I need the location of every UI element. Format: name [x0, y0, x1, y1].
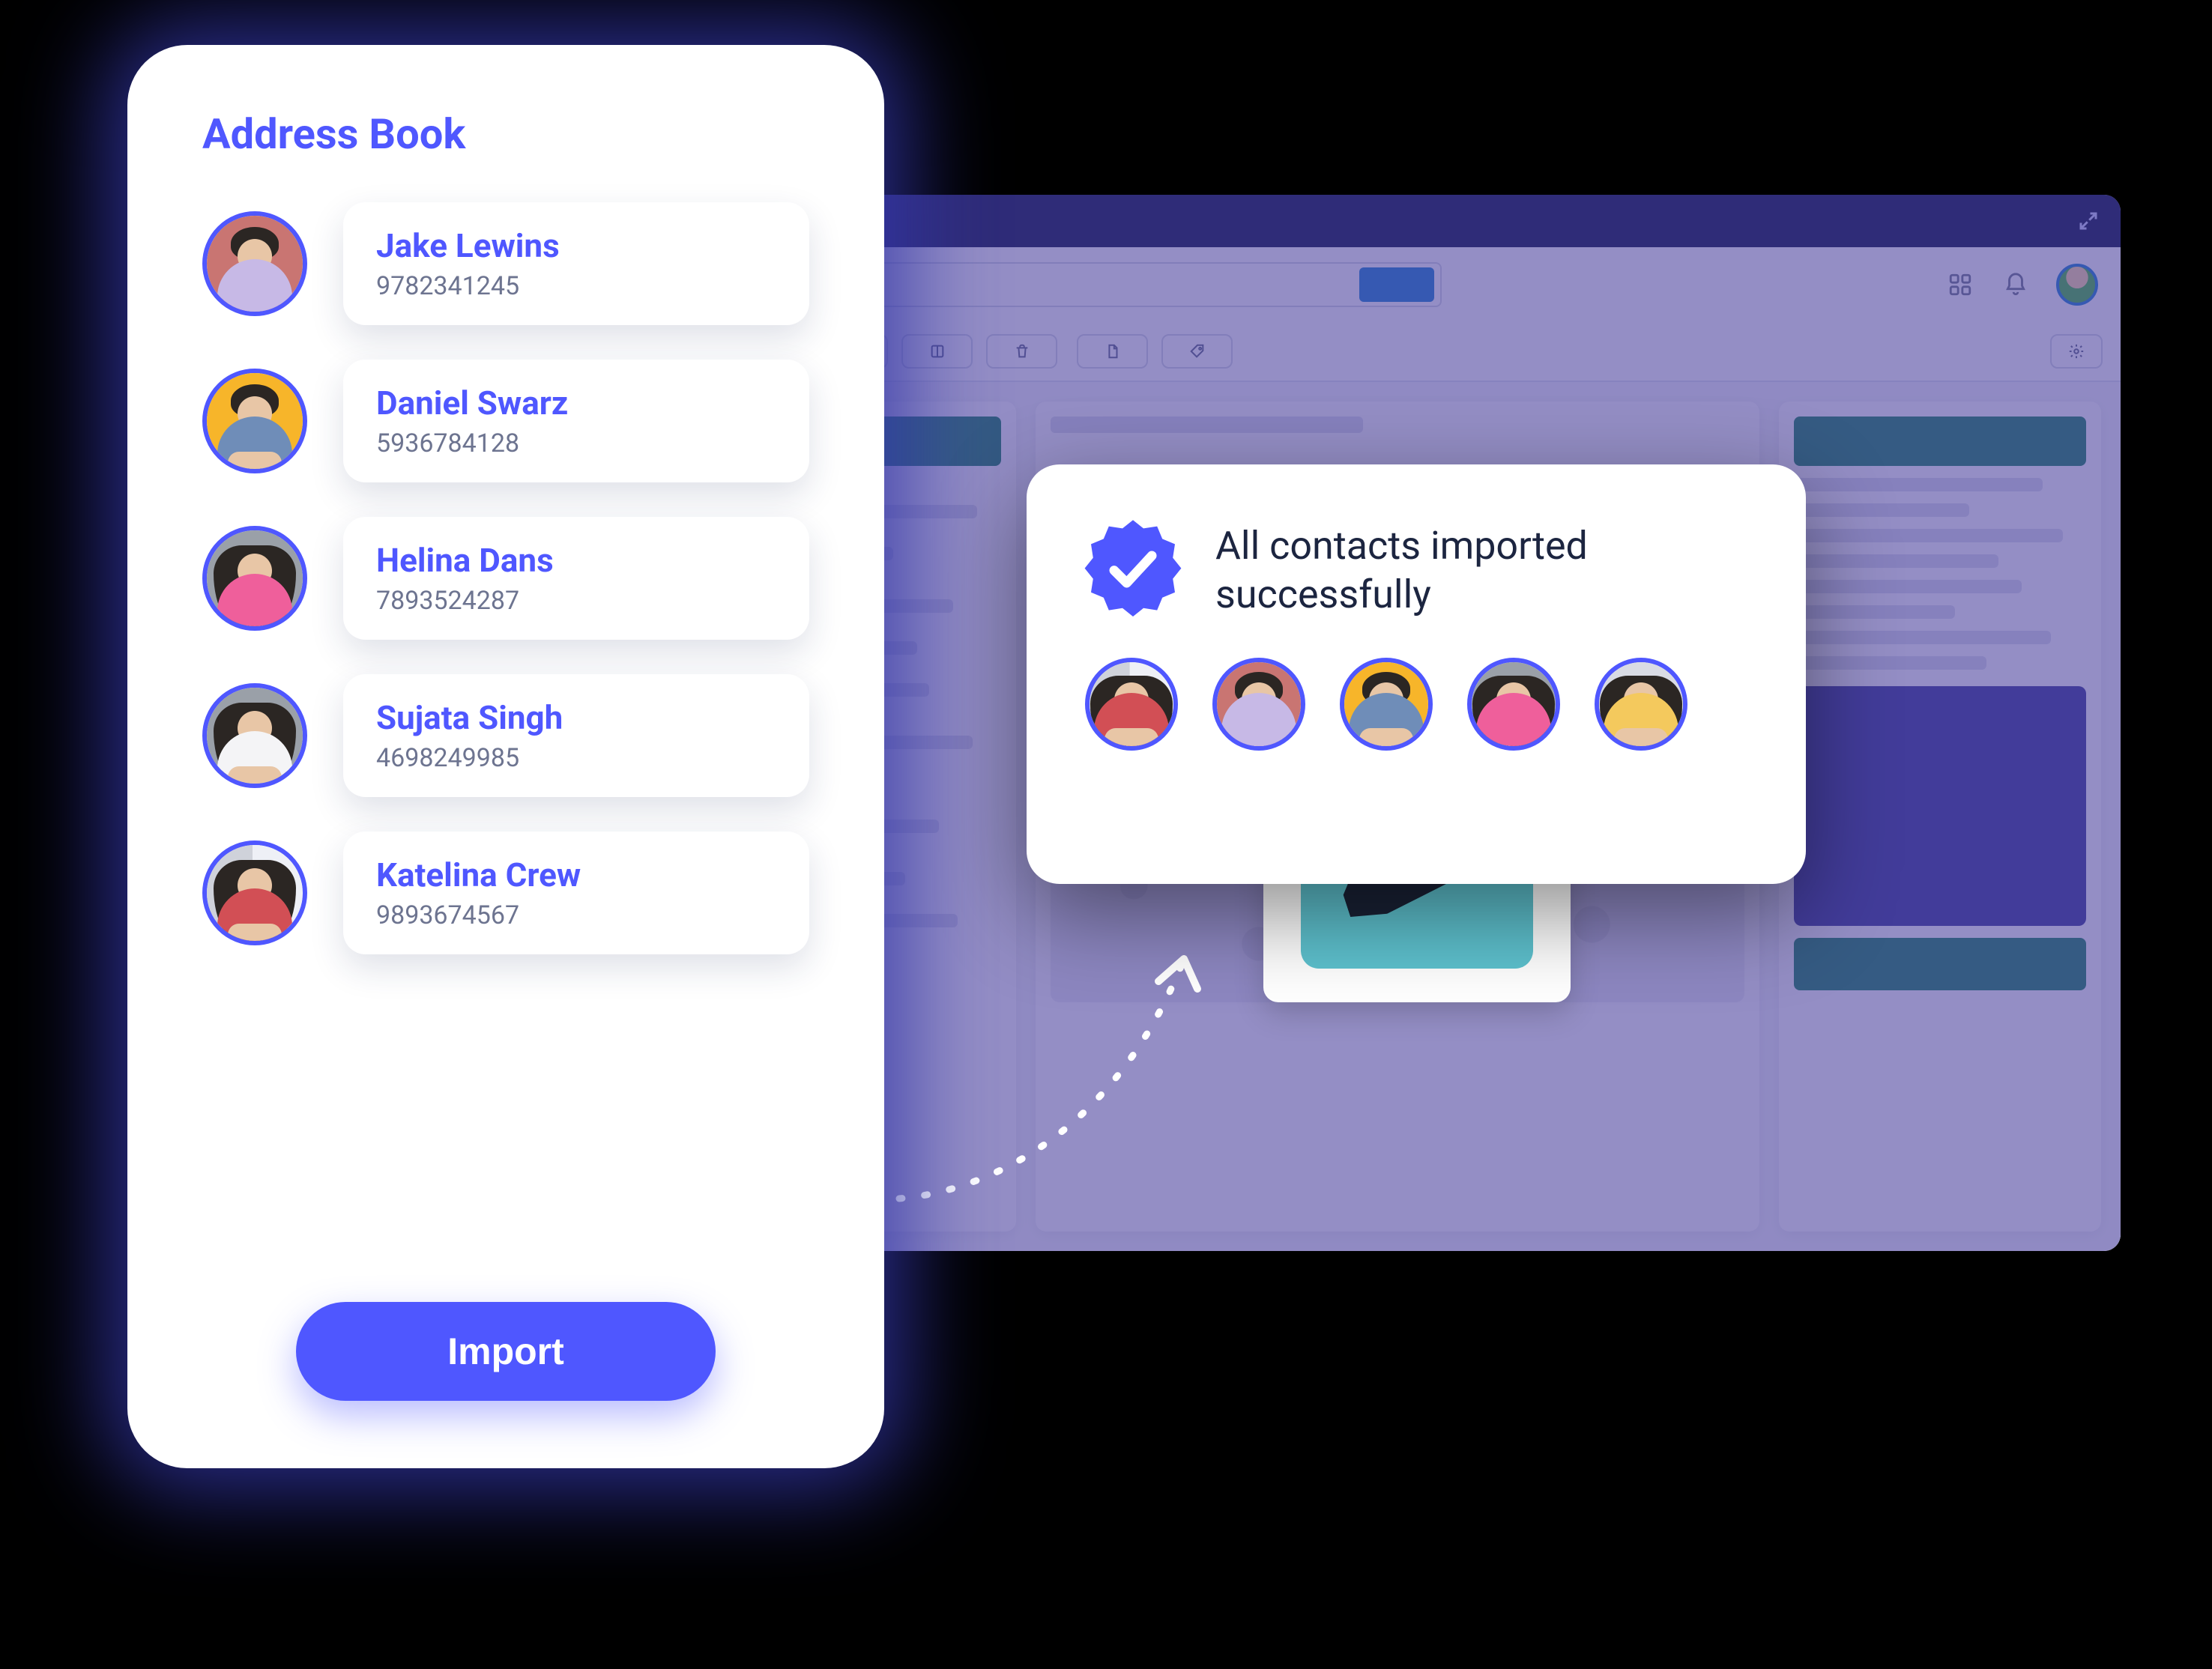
contact-row[interactable]: Sujata Singh 4698249985: [202, 674, 809, 797]
imported-avatar: [1467, 658, 1560, 751]
contact-avatar: [202, 369, 307, 473]
imported-avatar: [1085, 658, 1178, 751]
contact-avatar: [202, 840, 307, 945]
contact-card: Sujata Singh 4698249985: [343, 674, 809, 797]
contact-row[interactable]: Daniel Swarz 5936784128: [202, 360, 809, 482]
notification-bell-icon[interactable]: [2001, 270, 2031, 300]
placeholder-line: [1794, 478, 2043, 491]
toolbar-columns-button[interactable]: [901, 334, 973, 369]
action-bar[interactable]: [1794, 938, 2086, 990]
address-book-phone: Address Book Jake Lewins 9782341245 Dani…: [127, 45, 884, 1468]
contact-phone: 5936784128: [376, 428, 776, 458]
placeholder-line: [1794, 656, 1986, 670]
detail-preview-box: [1794, 686, 2086, 926]
import-success-toast: All contacts imported successfully: [1027, 464, 1806, 884]
placeholder-line: [1051, 417, 1363, 433]
imported-avatars-row: [1081, 658, 1752, 751]
toolbar-settings-button[interactable]: [2050, 334, 2103, 369]
toolbar-tag-button[interactable]: [1161, 334, 1233, 369]
toolbar-delete-button[interactable]: [986, 334, 1057, 369]
contact-row[interactable]: Katelina Crew 9893674567: [202, 832, 809, 954]
contact-phone: 9893674567: [376, 900, 776, 930]
contact-avatar: [202, 526, 307, 631]
contact-phone: 7893524287: [376, 586, 776, 616]
contact-avatar: [202, 683, 307, 788]
imported-avatar: [1340, 658, 1433, 751]
contact-card: Helina Dans 7893524287: [343, 517, 809, 640]
apps-grid-icon[interactable]: [1945, 270, 1975, 300]
search-input[interactable]: [797, 262, 1442, 307]
verified-check-icon: [1081, 517, 1185, 622]
profile-avatar[interactable]: [2056, 264, 2098, 306]
contact-row[interactable]: Jake Lewins 9782341245: [202, 202, 809, 325]
contact-row[interactable]: Helina Dans 7893524287: [202, 517, 809, 640]
contact-name: Daniel Swarz: [376, 384, 776, 422]
toast-message: All contacts imported successfully: [1215, 517, 1752, 619]
contact-card: Daniel Swarz 5936784128: [343, 360, 809, 482]
contact-name: Helina Dans: [376, 541, 776, 580]
contact-list: Jake Lewins 9782341245 Daniel Swarz 5936…: [202, 202, 809, 954]
details-panel: [1779, 402, 2101, 1232]
expand-icon[interactable]: [2076, 208, 2101, 234]
address-book-title: Address Book: [202, 109, 809, 159]
placeholder-line: [1794, 554, 1998, 568]
placeholder-line: [1794, 580, 2022, 593]
placeholder-line: [1794, 529, 2063, 542]
toolbar-file-button[interactable]: [1077, 334, 1148, 369]
contact-card: Katelina Crew 9893674567: [343, 832, 809, 954]
contact-card: Jake Lewins 9782341245: [343, 202, 809, 325]
contact-avatar: [202, 211, 307, 316]
import-button[interactable]: Import: [296, 1302, 716, 1401]
imported-avatar: [1595, 658, 1687, 751]
panel-header-bar: [1794, 417, 2086, 466]
placeholder-line: [1794, 503, 1969, 517]
imported-avatar: [1212, 658, 1305, 751]
placeholder-line: [1794, 605, 1955, 619]
contact-name: Sujata Singh: [376, 698, 776, 737]
contact-name: Katelina Crew: [376, 855, 776, 894]
contact-name: Jake Lewins: [376, 226, 776, 265]
contact-phone: 9782341245: [376, 271, 776, 301]
placeholder-line: [1794, 631, 2051, 644]
search-go-button[interactable]: [1359, 267, 1434, 302]
toolbar: [727, 322, 2121, 382]
contact-phone: 4698249985: [376, 743, 776, 773]
